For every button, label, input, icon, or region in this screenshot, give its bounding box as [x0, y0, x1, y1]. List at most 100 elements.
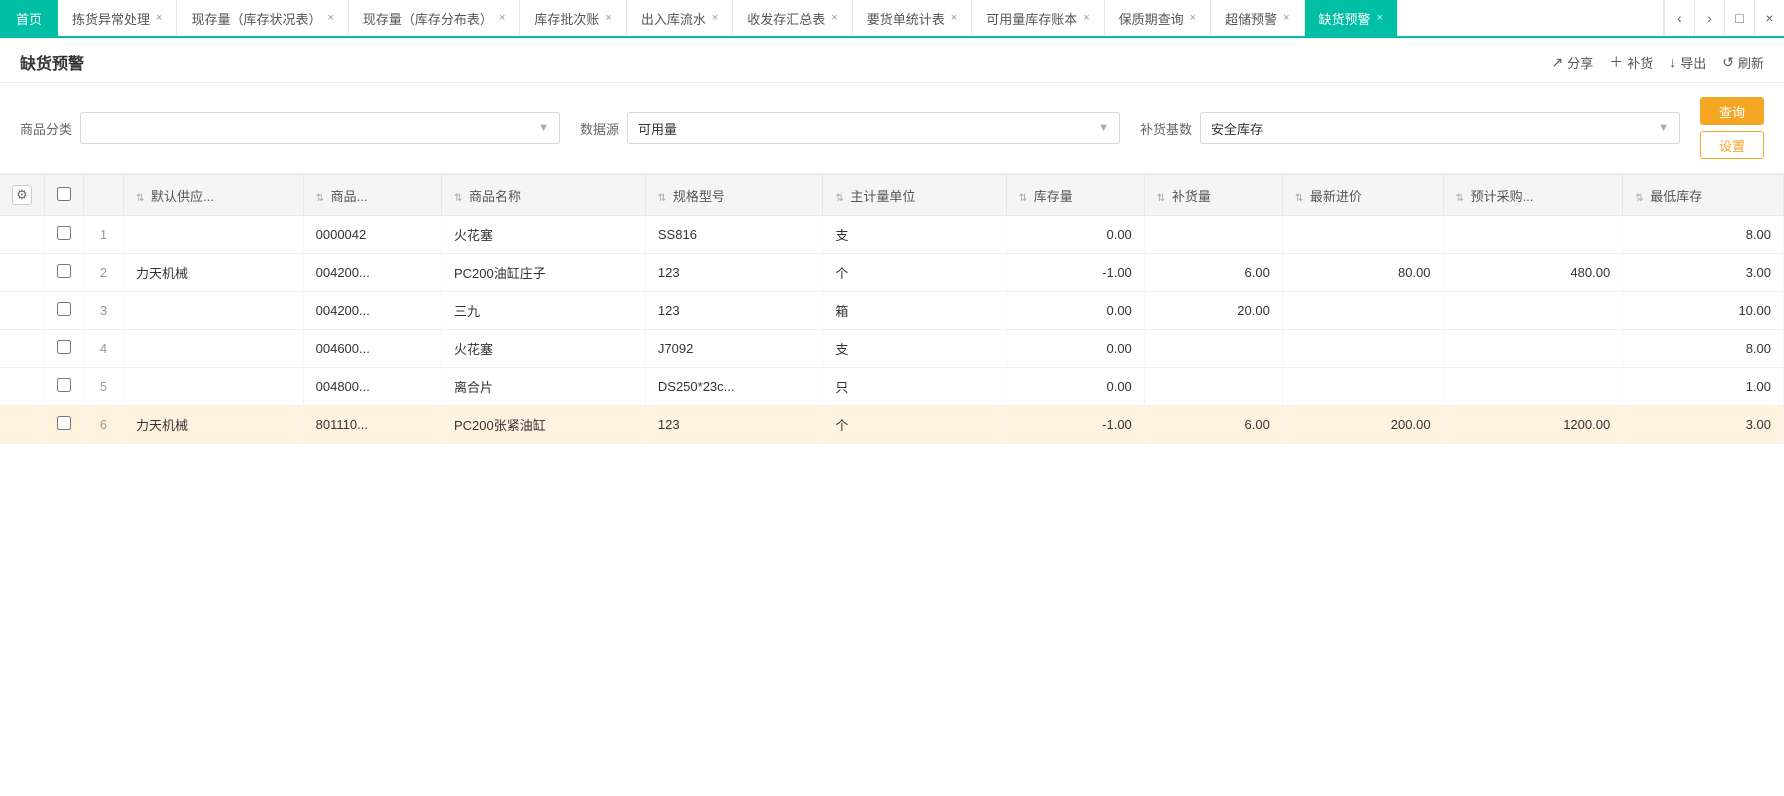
tab-inventory-status[interactable]: 现存量（库存状况表） ×	[177, 0, 348, 37]
tab-collect-summary[interactable]: 收发存汇总表 ×	[733, 0, 852, 37]
header-actions: ↗ 分享 ＋ 补货 ↓ 导出 ↺ 刷新	[1551, 52, 1764, 72]
replenish-qty-sort-icon: ⇅	[1157, 193, 1165, 204]
table-row: 4 004600... 火花塞 J7092 支 0.00 8.00	[0, 330, 1784, 368]
replenish-button[interactable]: ＋ 补货	[1609, 52, 1653, 72]
tab-overstock-close[interactable]: ×	[1283, 12, 1289, 24]
tab-available-ledger-close[interactable]: ×	[1083, 12, 1089, 24]
replenish-label: 补货	[1627, 53, 1653, 72]
row-unit-cell: 个	[823, 254, 1006, 292]
col-header-supplier: ⇅ 默认供应...	[124, 175, 304, 216]
row-checkbox[interactable]	[57, 302, 71, 316]
row-est-purchase-cell: 480.00	[1443, 254, 1623, 292]
row-num-cell: 3	[84, 292, 124, 330]
share-icon: ↗	[1551, 54, 1563, 71]
row-product-name-cell: 火花塞	[441, 216, 645, 254]
row-product-name-cell: 离合片	[441, 368, 645, 406]
row-num-cell: 5	[84, 368, 124, 406]
row-checkbox[interactable]	[57, 378, 71, 392]
tab-available-ledger[interactable]: 可用量库存账本 ×	[972, 0, 1104, 37]
refresh-button[interactable]: ↺ 刷新	[1722, 53, 1764, 72]
est-purchase-sort-icon: ⇅	[1456, 193, 1464, 204]
tab-inventory-dist-close[interactable]: ×	[499, 12, 505, 24]
tab-batch-account-close[interactable]: ×	[605, 12, 611, 24]
tab-order-stats-close[interactable]: ×	[951, 12, 957, 24]
tab-shortage-close[interactable]: ×	[1377, 12, 1383, 24]
tab-close-all-btn[interactable]: ×	[1754, 0, 1784, 37]
row-gear-cell	[0, 368, 45, 406]
datasource-filter-group: 数据源 可用量 ▼	[580, 112, 1120, 144]
category-arrow-icon: ▼	[538, 122, 549, 134]
tab-window-btn[interactable]: □	[1724, 0, 1754, 37]
row-est-purchase-cell	[1443, 216, 1623, 254]
category-select[interactable]: ▼	[80, 112, 560, 144]
col-header-replenish-qty: ⇅ 补货量	[1144, 175, 1282, 216]
col-header-spec: ⇅ 规格型号	[645, 175, 822, 216]
row-replenish-qty-cell: 20.00	[1144, 292, 1282, 330]
row-min-stock-cell: 10.00	[1623, 292, 1784, 330]
row-min-stock-cell: 1.00	[1623, 368, 1784, 406]
row-spec-cell: 123	[645, 254, 822, 292]
row-gear-cell	[0, 330, 45, 368]
replenish-base-filter-group: 补货基数 安全库存 ▼	[1140, 112, 1680, 144]
tab-prev-btn[interactable]: ‹	[1664, 0, 1694, 37]
filter-area: 商品分类 ▼ 数据源 可用量 ▼ 补货基数 安全库存 ▼ 查询 设置	[0, 83, 1784, 174]
row-checkbox[interactable]	[57, 340, 71, 354]
datasource-arrow-icon: ▼	[1098, 122, 1109, 134]
export-button[interactable]: ↓ 导出	[1669, 53, 1706, 72]
row-check-cell	[45, 368, 84, 406]
row-check-cell	[45, 330, 84, 368]
tab-shortage[interactable]: 缺货预警 ×	[1305, 0, 1398, 37]
tab-inventory-status-close[interactable]: ×	[327, 12, 333, 24]
row-check-cell	[45, 406, 84, 444]
row-stock-qty-cell: 0.00	[1006, 330, 1144, 368]
table-row: 3 004200... 三九 123 箱 0.00 20.00 10.00	[0, 292, 1784, 330]
tab-exception[interactable]: 拣货异常处理 ×	[58, 0, 177, 37]
tab-shortage-label: 缺货预警	[1319, 9, 1371, 28]
tab-batch-account[interactable]: 库存批次账 ×	[520, 0, 626, 37]
replenish-icon: ＋	[1609, 52, 1623, 72]
tab-overstock[interactable]: 超储预警 ×	[1211, 0, 1304, 37]
latest-price-sort-icon: ⇅	[1295, 193, 1303, 204]
row-est-purchase-cell	[1443, 368, 1623, 406]
datasource-select[interactable]: 可用量 ▼	[627, 112, 1120, 144]
col-header-product-name: ⇅ 商品名称	[441, 175, 645, 216]
tab-bar: 首页 拣货异常处理 × 现存量（库存状况表） × 现存量（库存分布表） × 库存…	[0, 0, 1784, 38]
tab-inout-flow-close[interactable]: ×	[712, 12, 718, 24]
tab-inventory-dist[interactable]: 现存量（库存分布表） ×	[349, 0, 520, 37]
settings-button[interactable]: 设置	[1700, 131, 1764, 159]
tab-collect-summary-close[interactable]: ×	[831, 12, 837, 24]
row-spec-cell: 123	[645, 406, 822, 444]
export-label: 导出	[1680, 53, 1706, 72]
query-button[interactable]: 查询	[1700, 97, 1764, 125]
row-checkbox[interactable]	[57, 264, 71, 278]
tab-expiry-query-close[interactable]: ×	[1190, 12, 1196, 24]
row-unit-cell: 支	[823, 330, 1006, 368]
tab-inout-flow[interactable]: 出入库流水 ×	[627, 0, 733, 37]
row-stock-qty-cell: 0.00	[1006, 368, 1144, 406]
row-checkbox[interactable]	[57, 226, 71, 240]
row-replenish-qty-cell: 6.00	[1144, 254, 1282, 292]
table-row: 2 力天机械 004200... PC200油缸庄子 123 个 -1.00 6…	[0, 254, 1784, 292]
row-min-stock-cell: 8.00	[1623, 216, 1784, 254]
share-button[interactable]: ↗ 分享	[1551, 53, 1593, 72]
datasource-value: 可用量	[638, 119, 677, 138]
replenish-base-select[interactable]: 安全库存 ▼	[1200, 112, 1680, 144]
tab-home[interactable]: 首页	[0, 0, 58, 37]
tab-order-stats[interactable]: 要货单统计表 ×	[853, 0, 972, 37]
col-header-latest-price: ⇅ 最新进价	[1282, 175, 1443, 216]
stock-qty-sort-icon: ⇅	[1019, 193, 1027, 204]
tab-exception-close[interactable]: ×	[156, 12, 162, 24]
product-name-sort-icon: ⇅	[454, 193, 462, 204]
tab-expiry-query[interactable]: 保质期查询 ×	[1105, 0, 1211, 37]
row-supplier-cell	[124, 368, 304, 406]
col-header-rownum	[84, 175, 124, 216]
page-title: 缺货预警	[20, 50, 84, 74]
tab-next-btn[interactable]: ›	[1694, 0, 1724, 37]
gear-settings-icon[interactable]: ⚙	[12, 185, 32, 205]
select-all-checkbox[interactable]	[57, 187, 71, 201]
row-num-cell: 4	[84, 330, 124, 368]
row-checkbox[interactable]	[57, 416, 71, 430]
row-supplier-cell	[124, 292, 304, 330]
row-product-code-cell: 0000042	[303, 216, 441, 254]
row-product-code-cell: 004800...	[303, 368, 441, 406]
